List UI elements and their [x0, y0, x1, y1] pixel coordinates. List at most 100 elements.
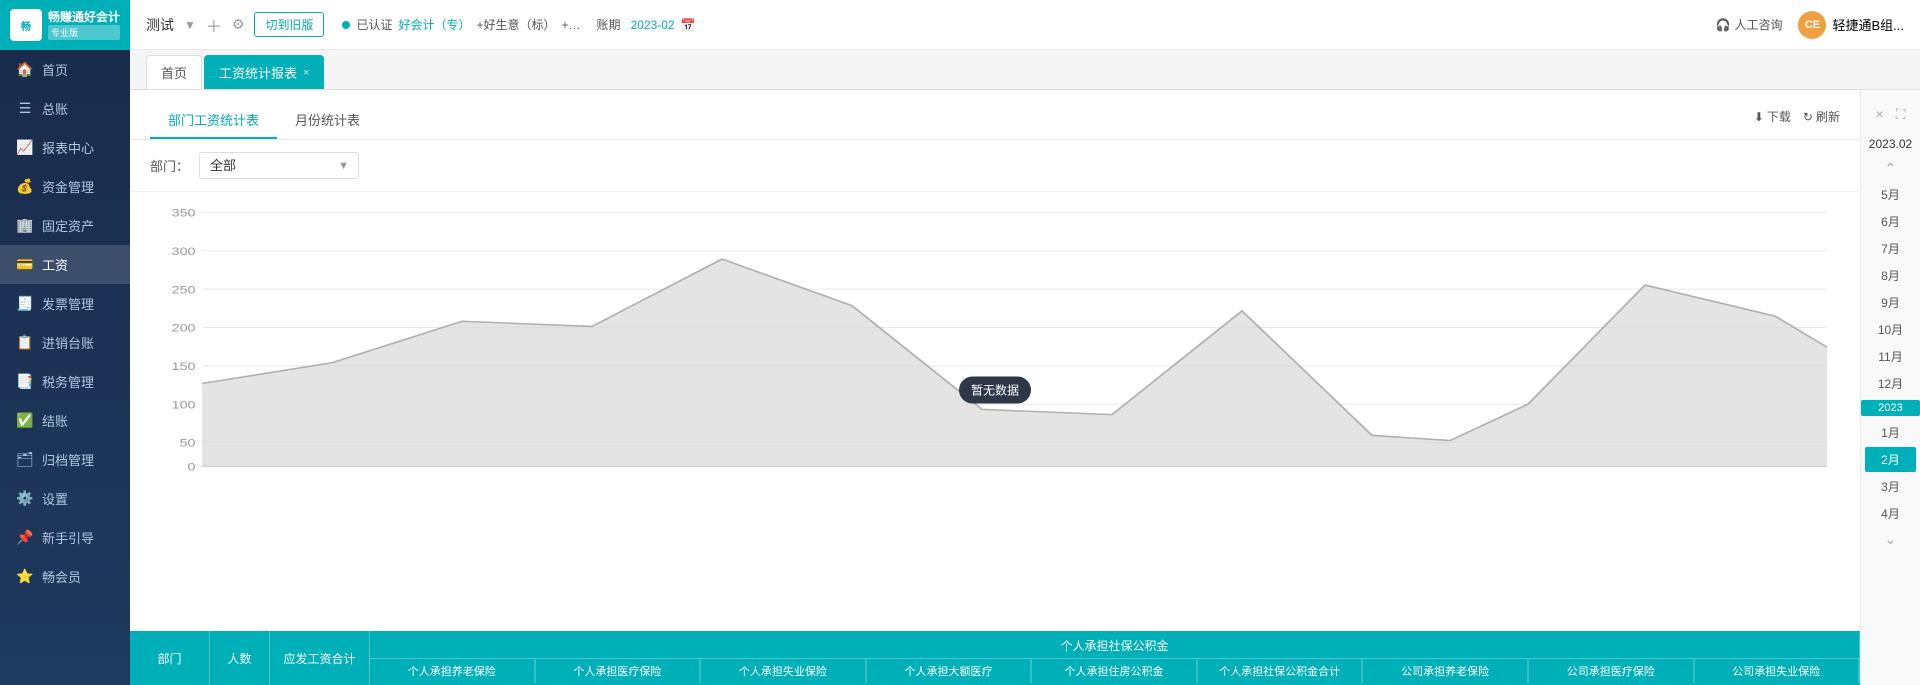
rp-close-btn[interactable]: × [1872, 102, 1888, 127]
switch-to-old-btn[interactable]: 切到旧版 [254, 12, 324, 37]
rp-maximize-btn[interactable]: ⛶ [1892, 102, 1910, 127]
th-total-salary: 应发工资合计 [270, 631, 370, 685]
svg-text:350: 350 [172, 206, 196, 219]
help-btn[interactable]: 🎧 人工咨询 [1716, 16, 1783, 33]
sidebar-item-invoice[interactable]: 🧾 发票管理 [0, 284, 130, 323]
th-personal-pension: 个人承担养老保险 [370, 659, 535, 683]
topbar-right: 🎧 人工咨询 CE 轻捷通B组... [1716, 11, 1904, 39]
main-content: 部门工资统计表 月份统计表 ⬇ 下载 ↻ 刷新 [130, 90, 1860, 685]
rp-month-3[interactable]: 3月 [1861, 474, 1920, 499]
subtab-dept[interactable]: 部门工资统计表 [150, 102, 277, 139]
chart-area: 350 300 250 200 150 100 50 0 暂无数据 [130, 192, 1860, 631]
dept-select[interactable]: 全部 销售部 财务部 人事部 技术部 [199, 152, 359, 179]
sidebar-item-settings[interactable]: ⚙️ 设置 [0, 479, 130, 518]
svg-text:250: 250 [172, 283, 196, 296]
logo-text: 畅赚通好会计 专业版 [48, 10, 120, 41]
sidebar-item-checkout[interactable]: ✅ 结账 [0, 401, 130, 440]
subtabs: 部门工资统计表 月份统计表 ⬇ 下载 ↻ 刷新 [130, 90, 1860, 140]
sidebar-item-member[interactable]: ⭐ 畅会员 [0, 557, 130, 596]
calendar-icon[interactable]: 📅 [681, 18, 696, 32]
rp-month-7[interactable]: 7月 [1861, 236, 1920, 261]
salary-icon: 💳 [16, 256, 34, 273]
th-personal-housing: 个人承担住房公积金 [1031, 659, 1197, 683]
rp-scroll-down-btn[interactable]: ⌄ [1882, 528, 1900, 551]
right-panel: × ⛶ 2023.02 ⌃ 5月 6月 7月 8月 9月 10月 11月 12月… [1860, 90, 1920, 685]
filterbar: 部门： 全部 销售部 财务部 人事部 技术部 ▼ [130, 140, 1860, 192]
rp-month-12[interactable]: 12月 [1861, 371, 1920, 396]
tab-salary-report[interactable]: 工资统计报表 × [204, 55, 324, 89]
th-personal-total: 个人承担社保公积金合计 [1197, 659, 1363, 683]
tab-close-btn[interactable]: × [303, 67, 309, 79]
guide-icon: 📌 [16, 529, 34, 546]
table-header: 部门 人数 应发工资合计 个人承担社保公积金 个人承担养老保险 [130, 631, 1860, 685]
sidebar-item-reports[interactable]: 📈 报表中心 [0, 128, 130, 167]
sidebar-item-salary[interactable]: 💳 工资 [0, 245, 130, 284]
rp-month-4[interactable]: 4月 [1861, 501, 1920, 526]
svg-text:200: 200 [172, 321, 196, 334]
rp-month-1[interactable]: 1月 [1861, 420, 1920, 445]
sidebar-item-assets[interactable]: 🏢 固定资产 [0, 206, 130, 245]
dept-select-wrapper: 全部 销售部 财务部 人事部 技术部 ▼ [199, 152, 359, 179]
th-dept: 部门 [130, 631, 210, 685]
funds-icon: 💰 [16, 178, 34, 195]
content-area: 部门工资统计表 月份统计表 ⬇ 下载 ↻ 刷新 [130, 90, 1920, 685]
invoice-icon: 🧾 [16, 295, 34, 312]
archive-icon: 🗂 [16, 451, 34, 468]
topbar: 测试 ▼ ＋ ⚙ 切到旧版 已认证 好会计（专） +好生意（标） +… 账期 2… [130, 0, 1920, 50]
topbar-dropdown-arrow[interactable]: ▼ [184, 18, 196, 32]
sidebar-item-tax[interactable]: 📑 税务管理 [0, 362, 130, 401]
filter-label: 部门： [150, 156, 189, 175]
headset-icon: 🎧 [1716, 18, 1731, 32]
rp-month-5[interactable]: 5月 [1861, 182, 1920, 207]
rp-top-btns: × ⛶ [1868, 98, 1914, 131]
assets-icon: 🏢 [16, 217, 34, 234]
topbar-add-btn[interactable]: ＋ [206, 13, 222, 37]
tax-icon: 📑 [16, 373, 34, 390]
svg-text:100: 100 [172, 398, 196, 411]
subtab-monthly[interactable]: 月份统计表 [277, 102, 378, 139]
th-personal-unemployment: 个人承担失业保险 [700, 659, 866, 683]
home-icon: 🏠 [16, 61, 34, 78]
rp-scroll-up-btn[interactable]: ⌃ [1882, 157, 1900, 180]
th-personal-major-medical: 个人承担大额医疗 [866, 659, 1032, 683]
member-icon: ⭐ [16, 568, 34, 585]
rp-month-10[interactable]: 10月 [1861, 317, 1920, 342]
sidebar-item-ledger[interactable]: ☰ 总账 [0, 89, 130, 128]
user-menu-btn[interactable]: CE 轻捷通B组... [1798, 11, 1904, 39]
download-icon: ⬇ [1754, 110, 1764, 124]
sales-icon: 📋 [16, 334, 34, 351]
rp-month-2[interactable]: 2月 [1865, 447, 1916, 472]
th-personal-group: 个人承担社保公积金 个人承担养老保险 个人承担医疗保险 个人承担失业保险 个人承… [370, 633, 1860, 683]
sidebar-item-funds[interactable]: 💰 资金管理 [0, 167, 130, 206]
rp-month-11[interactable]: 11月 [1861, 344, 1920, 369]
checkout-icon: ✅ [16, 412, 34, 429]
avatar: CE [1798, 11, 1826, 39]
status-dot [342, 21, 350, 29]
tab-home[interactable]: 首页 [146, 55, 202, 89]
sidebar-item-home[interactable]: 🏠 首页 [0, 50, 130, 89]
subtabs-right: ⬇ 下载 ↻ 刷新 [1754, 108, 1840, 133]
topbar-gear-btn[interactable]: ⚙ [232, 16, 245, 33]
sidebar-item-sales[interactable]: 📋 进销台账 [0, 323, 130, 362]
sidebar-item-archive[interactable]: 🗂 归档管理 [0, 440, 130, 479]
topbar-title: 测试 [146, 15, 174, 35]
main-area: 测试 ▼ ＋ ⚙ 切到旧版 已认证 好会计（专） +好生意（标） +… 账期 2… [130, 0, 1920, 685]
download-btn[interactable]: ⬇ 下载 [1754, 108, 1791, 125]
reports-icon: 📈 [16, 139, 34, 156]
th-count: 人数 [210, 631, 270, 685]
th-group-cells: 个人承担养老保险 个人承担医疗保险 个人承担失业保险 个人承担大额医疗 个人承担 [370, 659, 1859, 683]
refresh-btn[interactable]: ↻ 刷新 [1803, 108, 1840, 125]
svg-text:150: 150 [172, 359, 196, 372]
salary-chart: 350 300 250 200 150 100 50 0 [150, 202, 1840, 482]
th-group-label: 个人承担社保公积金 [370, 633, 1859, 659]
rp-month-8[interactable]: 8月 [1861, 263, 1920, 288]
sidebar: 畅 畅赚通好会计 专业版 🏠 首页 ☰ 总账 📈 报表中心 💰 资金管理 🏢 固… [0, 0, 130, 685]
th-personal-medical: 个人承担医疗保险 [535, 659, 701, 683]
rp-month-6[interactable]: 6月 [1861, 209, 1920, 234]
svg-text:300: 300 [172, 244, 196, 257]
rp-month-9[interactable]: 9月 [1861, 290, 1920, 315]
sidebar-item-guide[interactable]: 📌 新手引导 [0, 518, 130, 557]
svg-text:0: 0 [188, 460, 196, 473]
chart-tooltip: 暂无数据 [959, 376, 1031, 403]
th-company-medical: 公司承担医疗保险 [1528, 659, 1694, 683]
